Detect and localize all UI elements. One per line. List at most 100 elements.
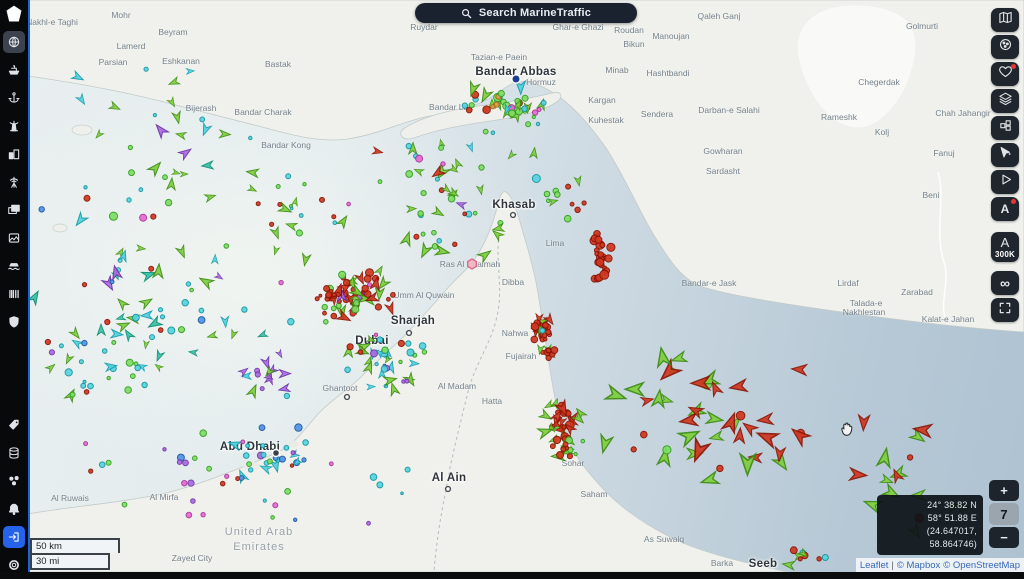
vessel-marker[interactable] [290,207,293,210]
vessel-marker[interactable] [547,199,551,203]
vessel-marker[interactable] [127,198,131,202]
vessel-marker[interactable] [115,314,125,323]
vessel-marker[interactable] [370,474,377,481]
vessel-marker[interactable] [276,350,284,359]
vessel-marker[interactable] [249,468,253,472]
vessel-marker[interactable] [106,460,111,465]
vessel-marker[interactable] [99,462,105,468]
vessel-marker[interactable] [401,492,404,495]
vessel-marker[interactable] [154,350,165,362]
vessel-marker[interactable] [387,297,391,301]
vessel-marker[interactable] [270,222,274,226]
toolbar-map-guide-button[interactable] [991,8,1019,32]
vessel-marker[interactable] [320,197,325,202]
vessel-marker[interactable] [441,162,445,166]
vessel-marker[interactable] [506,150,516,161]
vessel-marker[interactable] [130,374,135,379]
vessel-marker[interactable] [421,232,425,236]
vessel-marker[interactable] [625,383,643,396]
vessel-marker[interactable] [73,212,88,228]
vessel-marker[interactable] [332,215,336,219]
vessel-marker[interactable] [125,387,132,394]
vessel-marker[interactable] [49,350,54,355]
vessel-marker[interactable] [198,274,214,289]
vessel-marker[interactable] [290,464,293,467]
vessel-marker[interactable] [150,335,155,340]
vessel-marker[interactable] [79,360,83,364]
vessel-marker[interactable] [375,304,381,310]
vessel-marker[interactable] [260,387,264,391]
vessel-marker[interactable] [478,88,493,104]
vessel-marker[interactable] [377,337,383,343]
vessel-marker[interactable] [598,252,604,258]
vessel-marker[interactable] [377,482,383,488]
vessel-marker[interactable] [483,106,491,114]
vessel-marker[interactable] [191,499,196,504]
vessel-marker[interactable] [225,474,229,478]
vessel-marker[interactable] [303,440,309,446]
vessel-marker[interactable] [315,297,319,301]
vessel-marker[interactable] [193,456,198,461]
vessel-marker[interactable] [375,363,378,366]
vessel-marker[interactable] [432,230,437,235]
vessel-marker[interactable] [153,264,164,278]
vessel-marker[interactable] [59,344,63,348]
toolbar-fullscreen-button[interactable] [991,298,1019,322]
vessel-marker[interactable] [605,255,612,262]
vessel-marker[interactable] [299,214,303,218]
toolbar-measure-tool-button[interactable] [991,143,1019,167]
vessel-marker[interactable] [273,503,278,508]
sidebar-item-antennas[interactable] [3,171,25,193]
search-bar[interactable]: Search MarineTraffic [415,3,637,23]
vessel-marker[interactable] [97,324,105,335]
vessel-marker[interactable] [212,254,219,263]
vessel-marker[interactable] [199,123,211,137]
vessel-marker[interactable] [249,136,252,139]
vessel-marker[interactable] [367,384,376,390]
vessel-marker[interactable] [531,336,538,343]
sidebar-item-integrations[interactable] [3,470,25,492]
vessel-marker[interactable] [105,319,110,324]
vessel-marker[interactable] [257,330,268,340]
vessel-marker[interactable] [526,122,531,127]
vessel-marker[interactable] [655,347,671,367]
toolbar-favorites-button[interactable] [991,62,1019,86]
vessel-marker[interactable] [167,97,177,108]
vessel-marker[interactable] [243,453,249,459]
vessel-marker[interactable] [84,442,88,446]
vessel-marker[interactable] [362,285,368,291]
vessel-marker[interactable] [543,322,549,328]
vessel-marker[interactable] [284,393,289,398]
vessel-marker[interactable] [595,236,602,243]
mapbox-link[interactable]: © Mapbox [897,560,940,571]
vessel-density-control[interactable]: A300K [991,232,1019,262]
vessel-marker[interactable] [179,146,194,160]
vessel-marker[interactable] [84,195,90,201]
vessel-marker[interactable] [343,279,349,285]
vessel-marker[interactable] [406,143,411,148]
vessel-marker[interactable] [405,467,410,472]
vessel-marker[interactable] [153,122,169,138]
vessel-marker[interactable] [201,513,205,517]
vessel-marker[interactable] [207,466,212,471]
vessel-marker[interactable] [158,328,163,333]
toolbar-layers-button[interactable] [991,89,1019,113]
vessel-marker[interactable] [102,349,107,354]
vessel-marker[interactable] [284,445,289,450]
vessel-marker[interactable] [261,444,265,448]
vessel-marker[interactable] [292,197,300,206]
vessel-marker[interactable] [326,292,332,298]
vessel-marker[interactable] [522,95,528,101]
vessel-marker[interactable] [135,365,141,371]
vessel-marker[interactable] [139,188,143,192]
vessel-marker[interactable] [597,435,613,454]
sidebar-item-ports[interactable] [3,87,25,109]
vessel-marker[interactable] [255,372,260,377]
vessel-marker[interactable] [112,341,116,345]
vessel-marker[interactable] [877,447,893,467]
vessel-marker[interactable] [82,340,87,345]
vessel-marker[interactable] [414,234,419,239]
vessel-marker[interactable] [294,518,297,521]
vessel-marker[interactable] [28,289,42,305]
vessel-marker[interactable] [740,419,757,435]
